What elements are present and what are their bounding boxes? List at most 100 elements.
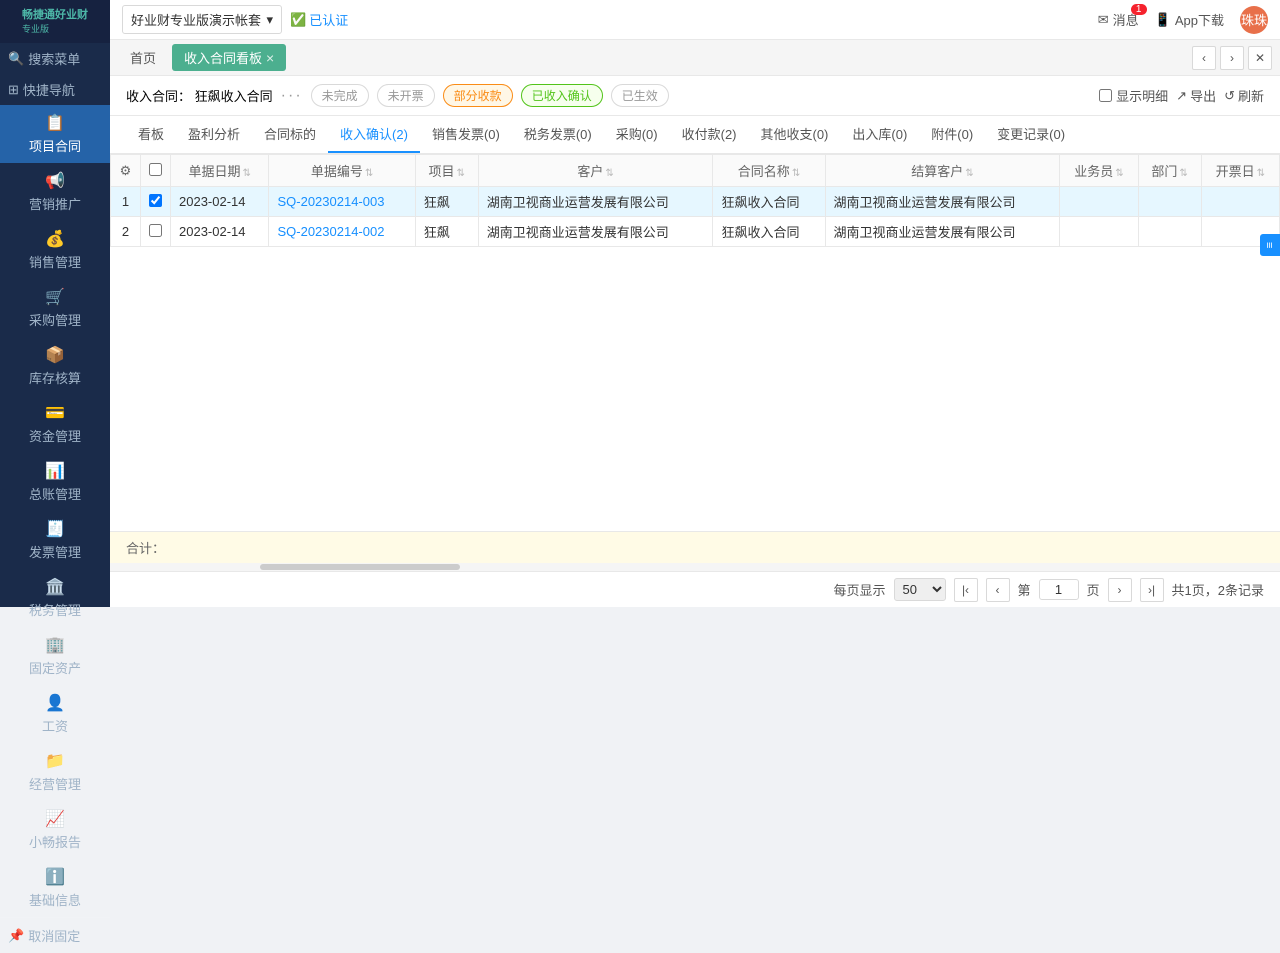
sidebar-item-capital[interactable]: 💳资金管理	[0, 395, 110, 453]
th-contract-name: 合同名称⇅	[713, 155, 825, 187]
row-date-0: 2023-02-14	[171, 187, 269, 217]
export-button[interactable]: ↗ 导出	[1176, 86, 1216, 105]
message-button[interactable]: ✉ 1 消息	[1098, 10, 1139, 29]
page-number-input[interactable]	[1039, 579, 1079, 600]
contract-title-name: 狂飙收入合同	[195, 89, 273, 104]
status-confirmed-button[interactable]: 已收入确认	[521, 84, 603, 107]
sidebar-search[interactable]: 🔍 搜索菜单	[0, 43, 110, 74]
th-gear[interactable]: ⚙	[111, 155, 141, 187]
status-effective-button[interactable]: 已生效	[611, 84, 669, 107]
subtab-attachment[interactable]: 附件(0)	[919, 116, 985, 153]
show-detail-checkbox[interactable]	[1099, 89, 1112, 102]
contract-more-button[interactable]: ···	[281, 87, 303, 105]
row-checkbox-1[interactable]	[149, 224, 162, 237]
subtab-tax-invoice[interactable]: 税务发票(0)	[512, 116, 604, 153]
select-all-checkbox[interactable]	[149, 163, 162, 176]
show-detail-checkbox-group: 显示明细	[1099, 86, 1168, 105]
sidebar-item-invoice[interactable]: 🧾发票管理	[0, 511, 110, 569]
chevron-down-icon: ▾	[266, 12, 273, 28]
sidebar-label-basic-info: 基础信息	[29, 890, 81, 909]
tab-next-button[interactable]: ›	[1220, 46, 1244, 70]
sidebar-item-purchase[interactable]: 🛒采购管理	[0, 279, 110, 337]
sidebar-item-labor[interactable]: 👤工资	[0, 685, 110, 743]
sidebar-item-fixed-assets[interactable]: 🏢固定资产	[0, 627, 110, 685]
sidebar-item-ops[interactable]: 📁经营管理	[0, 743, 110, 801]
table-row[interactable]: 2 2023-02-14 SQ-20230214-002 狂飙 湖南卫视商业运营…	[111, 217, 1280, 247]
sidebar-item-tax[interactable]: 🏛️税务管理	[0, 569, 110, 627]
status-partial-button[interactable]: 部分收款	[443, 84, 513, 107]
tab-close-button[interactable]: ×	[266, 50, 274, 66]
status-no-invoice-button[interactable]: 未开票	[377, 84, 435, 107]
contract-actions: 显示明细 ↗ 导出 ↺ 刷新	[1099, 86, 1264, 105]
subtab-payment[interactable]: 收付款(2)	[670, 116, 749, 153]
sidebar-icon-project-contract: 📋	[45, 113, 65, 133]
sidebar-label-tax: 税务管理	[29, 600, 81, 619]
row-num-0: 1	[111, 187, 141, 217]
sidebar-item-project-contract[interactable]: 📋项目合同	[0, 105, 110, 163]
sidebar-pin-button[interactable]: 📌 取消固定	[0, 918, 110, 953]
sidebar-label-invoice: 发票管理	[29, 542, 81, 561]
sidebar-label-report: 小畅报告	[29, 832, 81, 851]
certified-label: 已认证	[309, 10, 348, 29]
th-checkbox[interactable]	[141, 155, 171, 187]
company-dropdown[interactable]: 好业财专业版演示帐套 ▾	[122, 5, 282, 34]
row-open-date-0	[1201, 187, 1279, 217]
row-number-link-1[interactable]: SQ-20230214-002	[277, 224, 384, 239]
subtab-change-log[interactable]: 变更记录(0)	[985, 116, 1077, 153]
subtab-sales-invoice[interactable]: 销售发票(0)	[420, 116, 512, 153]
sidebar-icon-basic-info: ℹ️	[45, 867, 65, 887]
sidebar-icon-capital: 💳	[45, 403, 65, 423]
horizontal-scrollbar[interactable]	[110, 563, 1280, 571]
th-customer: 客户⇅	[478, 155, 713, 187]
first-page-button[interactable]: |‹	[954, 578, 978, 602]
last-page-button[interactable]: ›|	[1140, 578, 1164, 602]
sidebar-item-basic-info[interactable]: ℹ️ 基础信息	[0, 859, 110, 917]
refresh-button[interactable]: ↺ 刷新	[1224, 86, 1264, 105]
row-number-link-0[interactable]: SQ-20230214-003	[277, 194, 384, 209]
sidebar-item-report[interactable]: 📈小畅报告	[0, 801, 110, 859]
user-avatar[interactable]: 珠珠	[1240, 6, 1268, 34]
active-tab-label: 收入合同看板	[184, 48, 262, 67]
sidebar-item-general-ledger[interactable]: 📊总账管理	[0, 453, 110, 511]
tab-prev-button[interactable]: ‹	[1192, 46, 1216, 70]
search-icon: 🔍	[8, 51, 24, 67]
home-tab[interactable]: 首页	[118, 44, 168, 71]
sidebar-item-marketing[interactable]: 📢营销推广	[0, 163, 110, 221]
sidebar-icon-sales: 💰	[45, 229, 65, 249]
sidebar-icon-inventory: 📦	[45, 345, 65, 365]
row-number-1: SQ-20230214-002	[269, 217, 415, 247]
subtab-profit[interactable]: 盈利分析	[176, 116, 252, 153]
row-department-1	[1138, 217, 1201, 247]
subtab-purchase[interactable]: 采购(0)	[604, 116, 670, 153]
active-tab[interactable]: 收入合同看板 ×	[172, 44, 286, 71]
scrollbar-thumb[interactable]	[260, 564, 460, 570]
row-project-0: 狂飙	[415, 187, 478, 217]
subtab-contract-std[interactable]: 合同标的	[252, 116, 328, 153]
row-checkbox-cell-1	[141, 217, 171, 247]
row-checkbox-0[interactable]	[149, 194, 162, 207]
status-incomplete-button[interactable]: 未完成	[311, 84, 369, 107]
grid-icon: ⊞	[8, 82, 19, 98]
row-date-1: 2023-02-14	[171, 217, 269, 247]
next-page-button[interactable]: ›	[1108, 578, 1132, 602]
sidebar-icon-ops: 📁	[45, 751, 65, 771]
content-area: 收入合同： 狂飙收入合同 ··· 未完成 未开票 部分收款 已收入确认 已生效 …	[110, 76, 1280, 607]
right-float-panel[interactable]: ≡	[1260, 234, 1280, 256]
sidebar-pin-label: 取消固定	[28, 926, 80, 945]
subtab-overview[interactable]: 看板	[126, 116, 176, 153]
subtab-income-confirm[interactable]: 收入确认(2)	[328, 116, 420, 153]
contract-header: 收入合同： 狂飙收入合同 ··· 未完成 未开票 部分收款 已收入确认 已生效 …	[110, 76, 1280, 116]
table-row[interactable]: 1 2023-02-14 SQ-20230214-003 狂飙 湖南卫视商业运营…	[111, 187, 1280, 217]
app-download-button[interactable]: 📱 App下载	[1155, 10, 1224, 29]
sidebar-quick-nav[interactable]: ⊞ 快捷导航	[0, 74, 110, 105]
tab-close-all-button[interactable]: ✕	[1248, 46, 1272, 70]
sidebar-label-purchase: 采购管理	[29, 310, 81, 329]
sidebar-item-inventory[interactable]: 📦库存核算	[0, 337, 110, 395]
sidebar-item-sales[interactable]: 💰销售管理	[0, 221, 110, 279]
sidebar-icon-labor: 👤	[45, 693, 65, 713]
prev-page-button[interactable]: ‹	[986, 578, 1010, 602]
right-float-button[interactable]: ≡	[1260, 234, 1280, 256]
subtab-other-income[interactable]: 其他收支(0)	[749, 116, 841, 153]
per-page-select[interactable]: 50 100 200	[894, 578, 946, 601]
subtab-warehouse[interactable]: 出入库(0)	[840, 116, 919, 153]
